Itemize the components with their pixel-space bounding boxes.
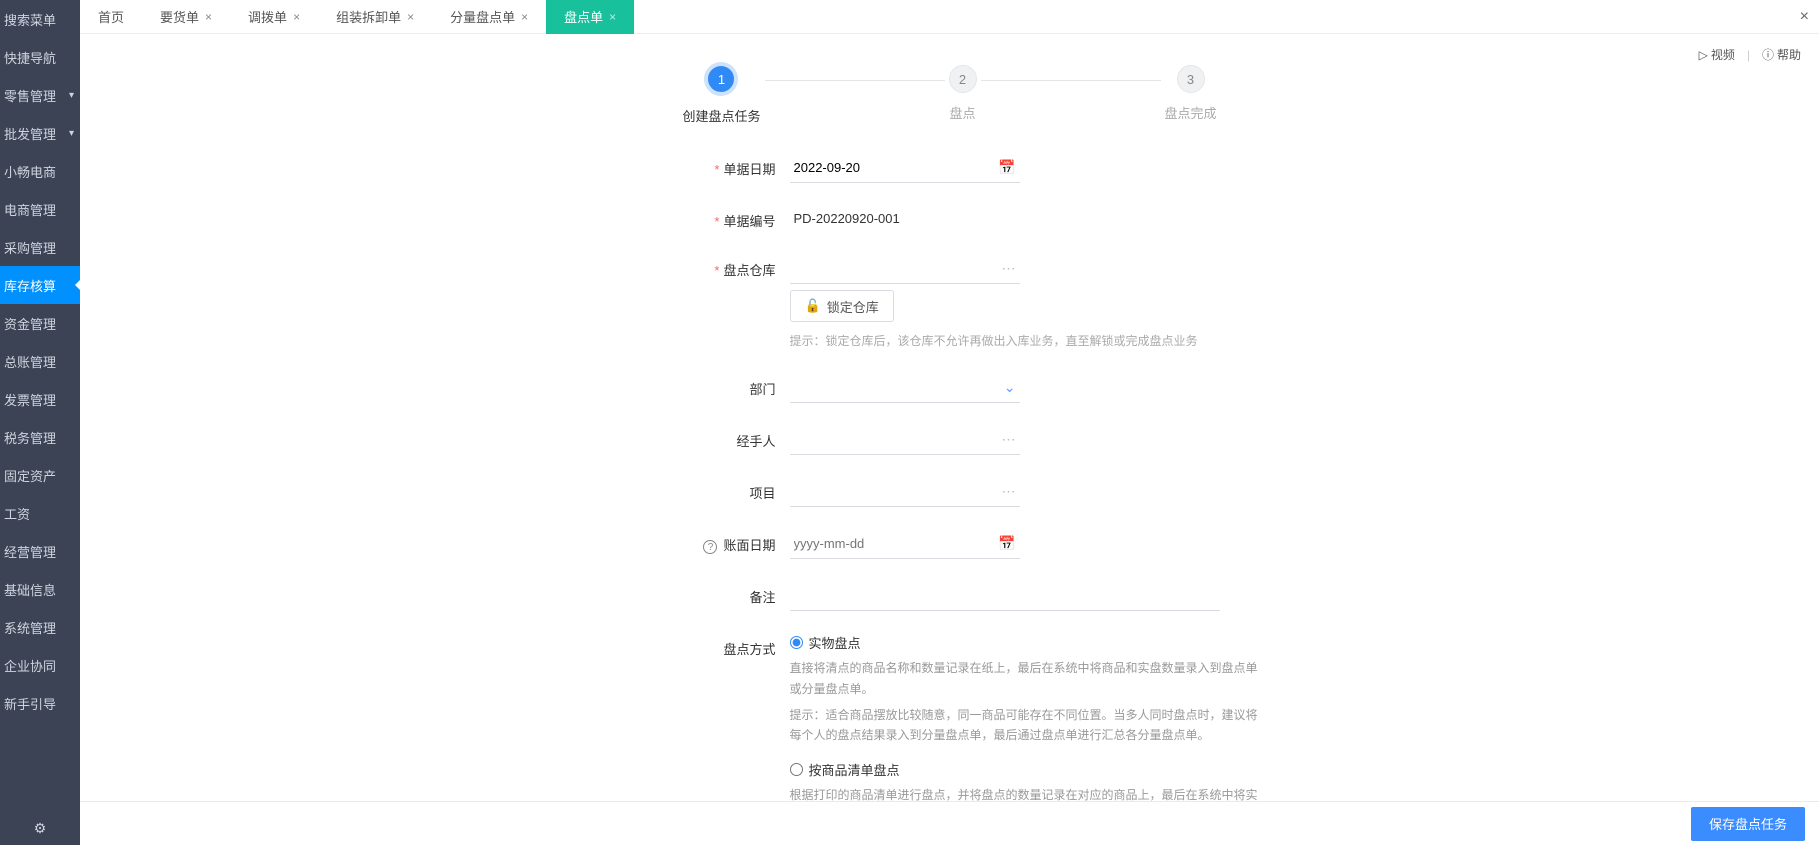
- tab-pandian[interactable]: 盘点单×: [546, 0, 634, 34]
- code-value: PD-20220920-001: [790, 205, 1020, 232]
- sidebar-item-ecommerce[interactable]: 电商管理: [0, 190, 80, 228]
- step-2-label: 盘点: [949, 103, 975, 122]
- steps: 1 创建盘点任务 2 盘点 3 盘点完成: [80, 34, 1819, 135]
- more-icon[interactable]: ⋯: [1002, 260, 1016, 277]
- close-all-icon[interactable]: ×: [1800, 8, 1809, 26]
- step-3-circle: 3: [1177, 65, 1205, 93]
- main: 首页 要货单× 调拨单× 组装拆卸单× 分量盘点单× 盘点单× × ▷ 视频 |…: [80, 0, 1819, 845]
- radio-input[interactable]: [790, 636, 803, 649]
- sidebar-item-xiaochang[interactable]: 小畅电商: [0, 152, 80, 190]
- tabs: 首页 要货单× 调拨单× 组装拆卸单× 分量盘点单× 盘点单× ×: [80, 0, 1819, 34]
- sidebar-item-enterprise[interactable]: 企业协同: [0, 646, 80, 684]
- tab-zuzhuang[interactable]: 组装拆卸单×: [318, 0, 432, 34]
- tab-home[interactable]: 首页: [80, 0, 142, 34]
- step-1-label: 创建盘点任务: [682, 106, 760, 125]
- more-icon[interactable]: ⋯: [1002, 431, 1016, 448]
- footer: 保存盘点任务: [80, 801, 1819, 845]
- step-line: [765, 80, 945, 81]
- warehouse-input[interactable]: [790, 254, 1020, 284]
- sidebar-item-purchase[interactable]: 采购管理: [0, 228, 80, 266]
- step-2: 2 盘点: [949, 65, 977, 122]
- dept-label: 部门: [749, 382, 775, 397]
- handler-input[interactable]: [790, 425, 1020, 455]
- close-icon[interactable]: ×: [407, 10, 414, 24]
- form: *单据日期 📅 *单据编号 PD-20220920-001 *盘点仓库: [640, 153, 1260, 845]
- project-label: 项目: [749, 486, 775, 501]
- video-link[interactable]: ▷ 视频: [1699, 46, 1735, 63]
- lock-warehouse-button[interactable]: 🔓 锁定仓库: [790, 290, 894, 322]
- sidebar-item-retail[interactable]: 零售管理▾: [0, 76, 80, 114]
- step-3: 3 盘点完成: [1165, 65, 1217, 122]
- step-1: 1 创建盘点任务: [682, 62, 760, 125]
- sidebar-item-search-menu[interactable]: 搜索菜单: [0, 0, 80, 38]
- bookdate-label: 账面日期: [723, 538, 775, 553]
- sidebar-item-quick-nav[interactable]: 快捷导航: [0, 38, 80, 76]
- close-icon[interactable]: ×: [521, 10, 528, 24]
- lock-icon: 🔓: [805, 298, 821, 314]
- method1-desc: 直接将清点的商品名称和数量记录在纸上，最后在系统中将商品和实盘数量录入到盘点单或…: [790, 658, 1260, 699]
- date-label: 单据日期: [723, 162, 775, 177]
- help-link[interactable]: ⓘ 帮助: [1762, 46, 1801, 63]
- dept-input[interactable]: [790, 373, 1020, 403]
- sidebar-item-operation[interactable]: 经营管理: [0, 532, 80, 570]
- sidebar-item-ledger[interactable]: 总账管理: [0, 342, 80, 380]
- radio-input[interactable]: [790, 763, 803, 776]
- chevron-down-icon[interactable]: ⌄: [1004, 379, 1016, 396]
- close-icon[interactable]: ×: [205, 10, 212, 24]
- sidebar-item-wholesale[interactable]: 批发管理▾: [0, 114, 80, 152]
- sidebar-item-inventory[interactable]: 库存核算: [0, 266, 80, 304]
- tab-yaohuo[interactable]: 要货单×: [142, 0, 230, 34]
- code-label: 单据编号: [723, 214, 775, 229]
- chevron-down-icon: ▾: [69, 90, 74, 101]
- separator: |: [1747, 48, 1750, 62]
- step-3-label: 盘点完成: [1165, 103, 1217, 122]
- method-label: 盘点方式: [723, 642, 775, 657]
- sidebar-item-invoice[interactable]: 发票管理: [0, 380, 80, 418]
- method-physical-radio[interactable]: 实物盘点: [790, 633, 1260, 652]
- lock-hint: 提示：锁定仓库后，该仓库不允许再做出入库业务，直至解锁或完成盘点业务: [790, 332, 1260, 351]
- remark-input[interactable]: [790, 581, 1220, 611]
- sidebar-item-fixed-assets[interactable]: 固定资产: [0, 456, 80, 494]
- step-1-circle: 1: [704, 62, 738, 96]
- sidebar-item-funds[interactable]: 资金管理: [0, 304, 80, 342]
- step-2-circle: 2: [949, 65, 977, 93]
- close-icon[interactable]: ×: [609, 10, 616, 24]
- sidebar-item-basic-info[interactable]: 基础信息: [0, 570, 80, 608]
- step-line: [981, 80, 1161, 81]
- date-input[interactable]: [790, 153, 1020, 183]
- chevron-down-icon: ▾: [69, 128, 74, 139]
- calendar-icon[interactable]: 📅: [998, 159, 1015, 176]
- gear-icon[interactable]: ⚙: [34, 820, 47, 836]
- warehouse-label: 盘点仓库: [723, 263, 775, 278]
- top-help: ▷ 视频 | ⓘ 帮助: [1699, 46, 1801, 63]
- sidebar: 搜索菜单 快捷导航 零售管理▾ 批发管理▾ 小畅电商 电商管理 采购管理 库存核…: [0, 0, 80, 845]
- sidebar-item-tax[interactable]: 税务管理: [0, 418, 80, 456]
- save-button[interactable]: 保存盘点任务: [1691, 807, 1805, 841]
- method-list-radio[interactable]: 按商品清单盘点: [790, 760, 1260, 779]
- method1-hint: 提示：适合商品摆放比较随意，同一商品可能存在不同位置。当多人同时盘点时，建议将每…: [790, 705, 1260, 746]
- project-input[interactable]: [790, 477, 1020, 507]
- help-icon[interactable]: ?: [703, 540, 717, 554]
- remark-label: 备注: [749, 590, 775, 605]
- bookdate-input[interactable]: [790, 529, 1020, 559]
- tab-fenliang[interactable]: 分量盘点单×: [432, 0, 546, 34]
- handler-label: 经手人: [736, 434, 775, 449]
- sidebar-item-system[interactable]: 系统管理: [0, 608, 80, 646]
- sidebar-item-guide[interactable]: 新手引导: [0, 684, 80, 722]
- calendar-icon[interactable]: 📅: [998, 535, 1015, 552]
- sidebar-item-salary[interactable]: 工资: [0, 494, 80, 532]
- tab-diaobo[interactable]: 调拨单×: [230, 0, 318, 34]
- close-icon[interactable]: ×: [293, 10, 300, 24]
- more-icon[interactable]: ⋯: [1002, 483, 1016, 500]
